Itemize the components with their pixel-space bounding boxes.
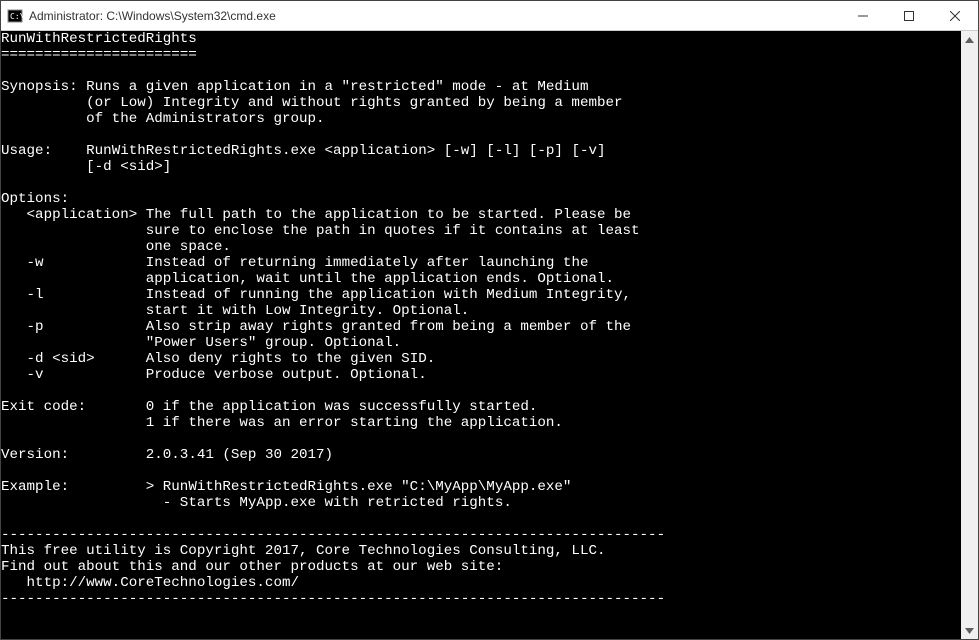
option-desc: Produce verbose output. Optional.	[146, 367, 427, 383]
option-desc: The full path to the application to be s…	[146, 207, 631, 223]
exit-code-line: 0 if the application was successfully st…	[146, 399, 538, 415]
scroll-up-button[interactable]	[961, 31, 978, 48]
option-key: -l	[27, 287, 44, 303]
synopsis-line: (or Low) Integrity and without rights gr…	[86, 95, 622, 111]
example-line: - Starts MyApp.exe with retricted rights…	[146, 495, 512, 511]
version-label: Version:	[1, 447, 69, 463]
synopsis-line: Runs a given application in a "restricte…	[86, 79, 588, 95]
usage-label: Usage:	[1, 143, 52, 159]
footer-line: This free utility is Copyright 2017, Cor…	[1, 543, 606, 559]
exit-code-label: Exit code:	[1, 399, 86, 415]
tool-name: RunWithRestrictedRights	[1, 31, 197, 47]
option-key: -w	[27, 255, 44, 271]
option-desc: Also deny rights to the given SID.	[146, 351, 435, 367]
option-desc: Instead of returning immediately after l…	[146, 255, 589, 271]
exit-code-line: 1 if there was an error starting the app…	[146, 415, 563, 431]
horizontal-rule: ----------------------------------------…	[1, 527, 665, 543]
option-desc: "Power Users" group. Optional.	[146, 335, 401, 351]
close-button[interactable]	[932, 1, 978, 30]
title-bar: C:\ Administrator: C:\Windows\System32\c…	[1, 1, 978, 31]
usage-line: RunWithRestrictedRights.exe <application…	[86, 143, 605, 159]
scroll-down-button[interactable]	[961, 622, 978, 639]
minimize-button[interactable]	[840, 1, 886, 30]
horizontal-rule: ----------------------------------------…	[1, 591, 665, 607]
version-value: 2.0.3.41 (Sep 30 2017)	[146, 447, 333, 463]
vertical-scrollbar[interactable]	[961, 31, 978, 639]
options-label: Options:	[1, 191, 69, 207]
scroll-track[interactable]	[961, 48, 978, 622]
option-desc: application, wait until the application …	[146, 271, 614, 287]
example-label: Example:	[1, 479, 69, 495]
example-line: > RunWithRestrictedRights.exe "C:\MyApp\…	[146, 479, 572, 495]
usage-line: [-d <sid>]	[86, 159, 171, 175]
console-container: RunWithRestrictedRights ================…	[1, 31, 978, 639]
window-controls	[840, 1, 978, 30]
header-rule: =======================	[1, 47, 197, 63]
svg-text:C:\: C:\	[10, 12, 23, 21]
option-desc: sure to enclose the path in quotes if it…	[146, 223, 640, 239]
footer-line: Find out about this and our other produc…	[1, 559, 503, 575]
cmd-icon: C:\	[7, 8, 23, 24]
window-title: Administrator: C:\Windows\System32\cmd.e…	[29, 9, 840, 23]
option-desc: Also strip away rights granted from bein…	[146, 319, 631, 335]
option-key: -p	[27, 319, 44, 335]
option-key: -v	[27, 367, 44, 383]
footer-url: http://www.CoreTechnologies.com/	[1, 575, 299, 591]
option-desc: start it with Low Integrity. Optional.	[146, 303, 470, 319]
option-key: <application>	[27, 207, 138, 223]
synopsis-label: Synopsis:	[1, 79, 78, 95]
option-desc: one space.	[146, 239, 231, 255]
maximize-button[interactable]	[886, 1, 932, 30]
console-output[interactable]: RunWithRestrictedRights ================…	[1, 31, 961, 639]
option-key: -d <sid>	[27, 351, 95, 367]
synopsis-line: of the Administrators group.	[86, 111, 324, 127]
option-desc: Instead of running the application with …	[146, 287, 631, 303]
